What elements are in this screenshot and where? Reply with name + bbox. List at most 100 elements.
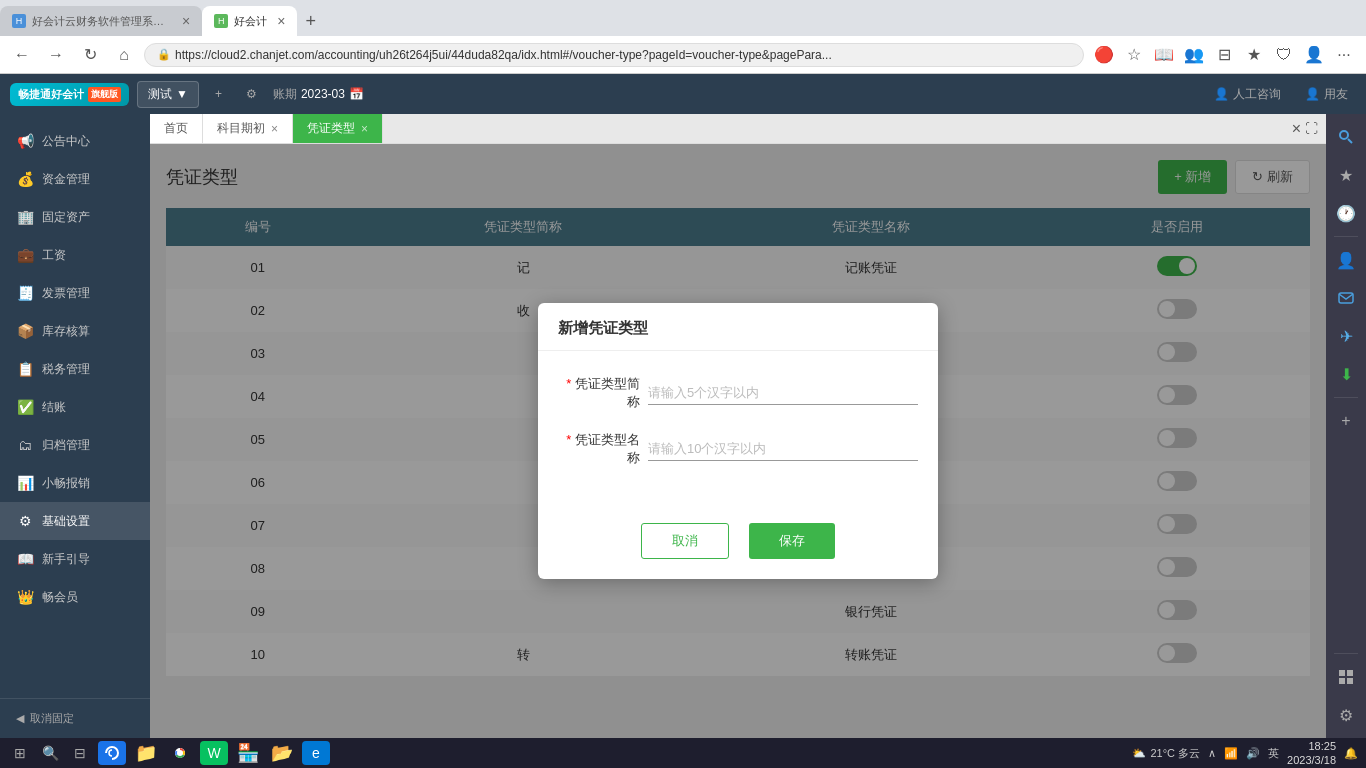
svg-rect-6	[1347, 678, 1353, 684]
url-box[interactable]: 🔒 https://cloud2.chanjet.com/accounting/…	[144, 43, 1084, 67]
systray-caret[interactable]: ∧	[1208, 747, 1216, 760]
rp-history-btn[interactable]: 🕐	[1331, 198, 1361, 228]
taskbar-edge2[interactable]: e	[302, 741, 330, 765]
form-row-full: 凭证类型名称	[558, 431, 918, 467]
tab1-close[interactable]: ×	[182, 14, 190, 28]
tab2-close[interactable]: ×	[277, 14, 285, 28]
tab-voucher-close[interactable]: ×	[361, 122, 368, 136]
clock[interactable]: 18:25 2023/3/18	[1287, 739, 1336, 768]
workspace-name: 测试	[148, 86, 172, 103]
sidebar-item-guide[interactable]: 📖 新手引导	[0, 540, 150, 578]
home-button[interactable]: ⌂	[110, 41, 138, 69]
lang-indicator[interactable]: 英	[1268, 746, 1279, 761]
rp-user-btn[interactable]: 👤	[1331, 245, 1361, 275]
start-button[interactable]: ⊞	[8, 741, 32, 765]
form-row-short: 凭证类型简称	[558, 375, 918, 411]
tab-close-btn[interactable]: ×	[1292, 120, 1301, 138]
input-full-name[interactable]	[648, 437, 918, 461]
sidebar-item-fixed[interactable]: 🏢 固定资产	[0, 198, 150, 236]
weather-widget[interactable]: ⛅ 21°C 多云	[1132, 746, 1200, 761]
sidebar-label-notice: 公告中心	[42, 133, 90, 150]
split-btn[interactable]: ⊟	[1210, 41, 1238, 69]
sidebar-item-capital[interactable]: 💰 资金管理	[0, 160, 150, 198]
rp-download-btn[interactable]: ⬇	[1331, 359, 1361, 389]
svg-point-8	[177, 750, 183, 756]
save-button[interactable]: 保存	[749, 523, 835, 559]
sidebar-item-notice[interactable]: 📢 公告中心	[0, 122, 150, 160]
workspace-selector[interactable]: 测试 ▼	[137, 81, 199, 108]
bookmark-btn[interactable]: ☆	[1120, 41, 1148, 69]
extensions-btn[interactable]: 🔴	[1090, 41, 1118, 69]
sidebar-item-tax[interactable]: 📋 税务管理	[0, 350, 150, 388]
task-view-btn[interactable]: ⊟	[68, 741, 92, 765]
unpin-btn[interactable]: ◀ 取消固定	[8, 707, 142, 730]
main-layout: 📢 公告中心 💰 资金管理 🏢 固定资产 💼 工资 🧾 发票管理 📦 库存核算 …	[0, 114, 1366, 738]
wifi-icon: 📶	[1224, 747, 1238, 760]
back-button[interactable]: ←	[8, 41, 36, 69]
tab-subject-close[interactable]: ×	[271, 122, 278, 136]
rp-msg-btn[interactable]: ✈	[1331, 321, 1361, 351]
rp-sep2	[1334, 397, 1358, 398]
calendar-icon[interactable]: 📅	[349, 87, 364, 101]
more-btn[interactable]: ···	[1330, 41, 1358, 69]
sidebar-item-settle[interactable]: ✅ 结账	[0, 388, 150, 426]
rp-settings-btn[interactable]: ⚙	[1331, 700, 1361, 730]
content-tab-subject[interactable]: 科目期初 ×	[203, 114, 293, 143]
consult-btn[interactable]: 👤 人工咨询	[1206, 82, 1289, 107]
user-btn[interactable]: 👤 用友	[1297, 82, 1356, 107]
svg-point-0	[1340, 131, 1348, 139]
taskbar-explorer[interactable]: 📁	[132, 741, 160, 765]
add-workspace-btn[interactable]: +	[207, 83, 230, 105]
sidebar-item-inventory[interactable]: 📦 库存核算	[0, 312, 150, 350]
notification-icon[interactable]: 🔔	[1344, 747, 1358, 760]
sidebar-footer: ◀ 取消固定	[0, 698, 150, 738]
taskbar-search[interactable]: 🔍	[38, 741, 62, 765]
tax-icon: 📋	[16, 360, 34, 378]
collect-btn[interactable]: 🛡	[1270, 41, 1298, 69]
browser-tab-1[interactable]: H 好会计云财务软件管理系统_会计 ×	[0, 6, 202, 36]
guide-icon: 📖	[16, 550, 34, 568]
taskbar-files[interactable]: 📂	[268, 741, 296, 765]
taskbar-store[interactable]: 🏪	[234, 741, 262, 765]
sidebar-item-archive[interactable]: 🗂 归档管理	[0, 426, 150, 464]
workspace-arrow: ▼	[176, 87, 188, 101]
consult-icon: 👤	[1214, 87, 1229, 101]
cancel-button[interactable]: 取消	[641, 523, 729, 559]
content-tab-home[interactable]: 首页	[150, 114, 203, 143]
readingview-btn[interactable]: 📖	[1150, 41, 1178, 69]
tab-subject-label: 科目期初	[217, 120, 265, 137]
sidebar-item-member[interactable]: 👑 畅会员	[0, 578, 150, 616]
forward-button[interactable]: →	[42, 41, 70, 69]
content-tab-voucher[interactable]: 凭证类型 ×	[293, 114, 383, 143]
profile-btn[interactable]: 👤	[1300, 41, 1328, 69]
input-short-name[interactable]	[648, 381, 918, 405]
rp-add-btn[interactable]: +	[1331, 406, 1361, 436]
rp-search-btn[interactable]	[1331, 122, 1361, 152]
settings-btn[interactable]: ⚙	[238, 83, 265, 105]
refresh-button[interactable]: ↻	[76, 41, 104, 69]
taskbar-chrome[interactable]	[166, 741, 194, 765]
fav-btn[interactable]: ★	[1240, 41, 1268, 69]
rp-sep1	[1334, 236, 1358, 237]
salary-icon: 💼	[16, 246, 34, 264]
logo-badge: 旗舰版	[88, 87, 121, 102]
sidebar-item-report[interactable]: 📊 小畅报销	[0, 464, 150, 502]
rp-grid-btn[interactable]	[1331, 662, 1361, 692]
taskbar-edge[interactable]	[98, 741, 126, 765]
browser-tab-2[interactable]: H 好会计 ×	[202, 6, 297, 36]
content-tabs: 首页 科目期初 × 凭证类型 × × ⛶	[150, 114, 1326, 144]
sidebar-item-invoice[interactable]: 🧾 发票管理	[0, 274, 150, 312]
collab-btn[interactable]: 👥	[1180, 41, 1208, 69]
tab-bar: H 好会计云财务软件管理系统_会计 × H 好会计 × +	[0, 0, 1366, 36]
tab-expand-btn[interactable]: ⛶	[1305, 121, 1318, 136]
notice-icon: 📢	[16, 132, 34, 150]
capital-icon: 💰	[16, 170, 34, 188]
rp-star-btn[interactable]: ★	[1331, 160, 1361, 190]
sidebar-item-salary[interactable]: 💼 工资	[0, 236, 150, 274]
svg-rect-5	[1339, 678, 1345, 684]
rp-outlook-btn[interactable]	[1331, 283, 1361, 313]
taskbar-wechat[interactable]: W	[200, 741, 228, 765]
sidebar-item-basic[interactable]: ⚙ 基础设置	[0, 502, 150, 540]
new-tab-button[interactable]: +	[297, 11, 324, 32]
logo-text: 畅捷通好会计	[18, 87, 84, 102]
